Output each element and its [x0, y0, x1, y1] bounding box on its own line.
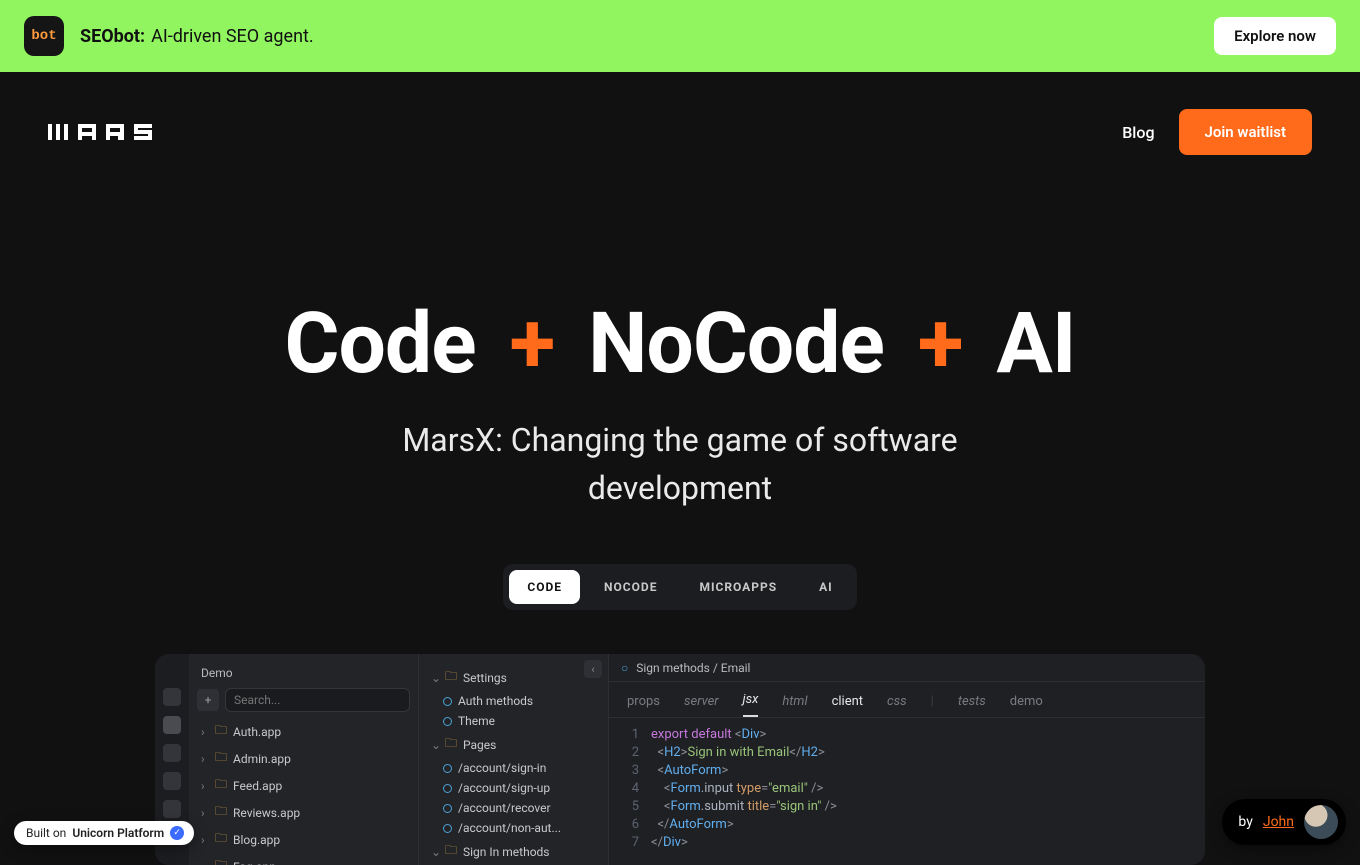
promo-banner: bot SEObot: AI-driven SEO agent. Explore…: [0, 0, 1360, 72]
search-input[interactable]: [225, 688, 410, 712]
tab-nocode[interactable]: NOCODE: [586, 570, 675, 604]
code-panel: ○ Sign methods / Email props server jsx htm…: [609, 654, 1205, 865]
tab-microapps[interactable]: MICROAPPS: [681, 570, 795, 604]
code-tab-css[interactable]: css: [887, 694, 907, 717]
tree-item[interactable]: ›🗀Reviews.app: [197, 799, 410, 826]
add-button[interactable]: +: [197, 689, 219, 711]
code-tab-tests[interactable]: tests: [958, 694, 986, 717]
tree-item[interactable]: ⌄🗀Sign In methods: [427, 838, 600, 865]
collapse-panel-button[interactable]: ‹: [584, 660, 602, 678]
code-body: export default <Div> <H2>Sign in with Em…: [651, 726, 837, 857]
seobot-logo-text: bot: [31, 28, 56, 44]
plus-icon: +: [495, 294, 568, 393]
promo-text: SEObot: AI-driven SEO agent.: [80, 26, 314, 47]
project-panel: Demo + ›🗀Auth.app›🗀Admin.app›🗀Feed.app›🗀…: [189, 654, 419, 865]
project-tree: ›🗀Auth.app›🗀Admin.app›🗀Feed.app›🗀Reviews…: [197, 718, 410, 865]
activity-add-icon[interactable]: [163, 688, 181, 706]
hero-tabs: CODENOCODEMICROAPPSAI: [503, 564, 856, 610]
code-area: 1234567 export default <Div> <H2>Sign in…: [609, 718, 1205, 865]
tree-item[interactable]: /account/recover: [427, 798, 600, 818]
breadcrumb-icon: ○: [621, 661, 628, 675]
promo-title: SEObot:: [80, 26, 145, 47]
author-link[interactable]: John: [1263, 814, 1294, 830]
breadcrumb: ○ Sign methods / Email: [609, 654, 1205, 682]
settings-tree: ⌄🗀SettingsAuth methodsTheme⌄🗀Pages/accou…: [427, 664, 600, 865]
editor-screenshot: Demo + ›🗀Auth.app›🗀Admin.app›🗀Feed.app›🗀…: [155, 654, 1205, 865]
tree-item[interactable]: ⌄🗀Pages: [427, 731, 600, 758]
hero-title: Code + NoCode + AI: [285, 302, 1076, 386]
code-tab-props[interactable]: props: [627, 694, 660, 717]
plus-icon: +: [904, 294, 977, 393]
hero-subtitle: MarsX: Changing the game of software dev…: [320, 416, 1040, 512]
mars-logo[interactable]: [48, 120, 168, 144]
code-tab-|: |: [931, 694, 934, 717]
code-tab-jsx[interactable]: jsx: [743, 692, 759, 717]
explore-now-button[interactable]: Explore now: [1214, 17, 1336, 55]
nav-blog-link[interactable]: Blog: [1122, 123, 1154, 142]
activity-settings-icon[interactable]: [163, 800, 181, 818]
hero-word-nocode: NoCode: [588, 294, 884, 393]
by-prefix: by: [1238, 814, 1252, 830]
line-numbers: 1234567: [609, 726, 651, 857]
code-tabs: props server jsx html client css | tests demo: [609, 682, 1205, 718]
built-on-badge[interactable]: Built on Unicorn Platform ✓: [14, 821, 194, 845]
project-panel-title: Demo: [197, 664, 410, 682]
activity-search-icon[interactable]: [163, 744, 181, 762]
built-on-prefix: Built on: [26, 826, 66, 840]
breadcrumb-path: Sign methods / Email: [636, 661, 750, 675]
seobot-logo: bot: [24, 16, 64, 56]
code-tab-client[interactable]: client: [832, 694, 863, 717]
tree-item[interactable]: /account/non-aut...: [427, 818, 600, 838]
tree-item[interactable]: ›🗀Blog.app: [197, 826, 410, 853]
tree-item[interactable]: Auth methods: [427, 691, 600, 711]
code-tab-demo[interactable]: demo: [1010, 694, 1043, 717]
by-john-badge[interactable]: by John: [1222, 799, 1346, 845]
code-tab-server[interactable]: server: [684, 694, 719, 717]
hero: Code + NoCode + AI MarsX: Changing the g…: [0, 302, 1360, 865]
tree-item[interactable]: /account/sign-in: [427, 758, 600, 778]
hero-word-ai: AI: [996, 294, 1075, 393]
avatar: [1304, 805, 1338, 839]
activity-db-icon[interactable]: [163, 772, 181, 790]
tree-item[interactable]: ›🗀Feed.app: [197, 772, 410, 799]
join-waitlist-button[interactable]: Join waitlist: [1179, 109, 1312, 155]
tab-code[interactable]: CODE: [509, 570, 580, 604]
sub-panel: ‹ ⌄🗀SettingsAuth methodsTheme⌄🗀Pages/acc…: [419, 654, 609, 865]
tree-item[interactable]: ›🗀Faq.app: [197, 853, 410, 865]
verified-badge-icon: ✓: [170, 826, 184, 840]
activity-apps-icon[interactable]: [163, 716, 181, 734]
tab-ai[interactable]: AI: [801, 570, 851, 604]
tree-item[interactable]: ›🗀Auth.app: [197, 718, 410, 745]
site-nav: Blog Join waitlist: [0, 72, 1360, 192]
tree-item[interactable]: Theme: [427, 711, 600, 731]
tree-item[interactable]: ›🗀Admin.app: [197, 745, 410, 772]
promo-tagline: AI-driven SEO agent.: [151, 26, 314, 47]
tree-item[interactable]: ⌄🗀Settings: [427, 664, 600, 691]
hero-word-code: Code: [285, 294, 476, 393]
code-tab-html[interactable]: html: [782, 694, 807, 717]
tree-item[interactable]: /account/sign-up: [427, 778, 600, 798]
built-on-platform: Unicorn Platform: [72, 826, 164, 840]
